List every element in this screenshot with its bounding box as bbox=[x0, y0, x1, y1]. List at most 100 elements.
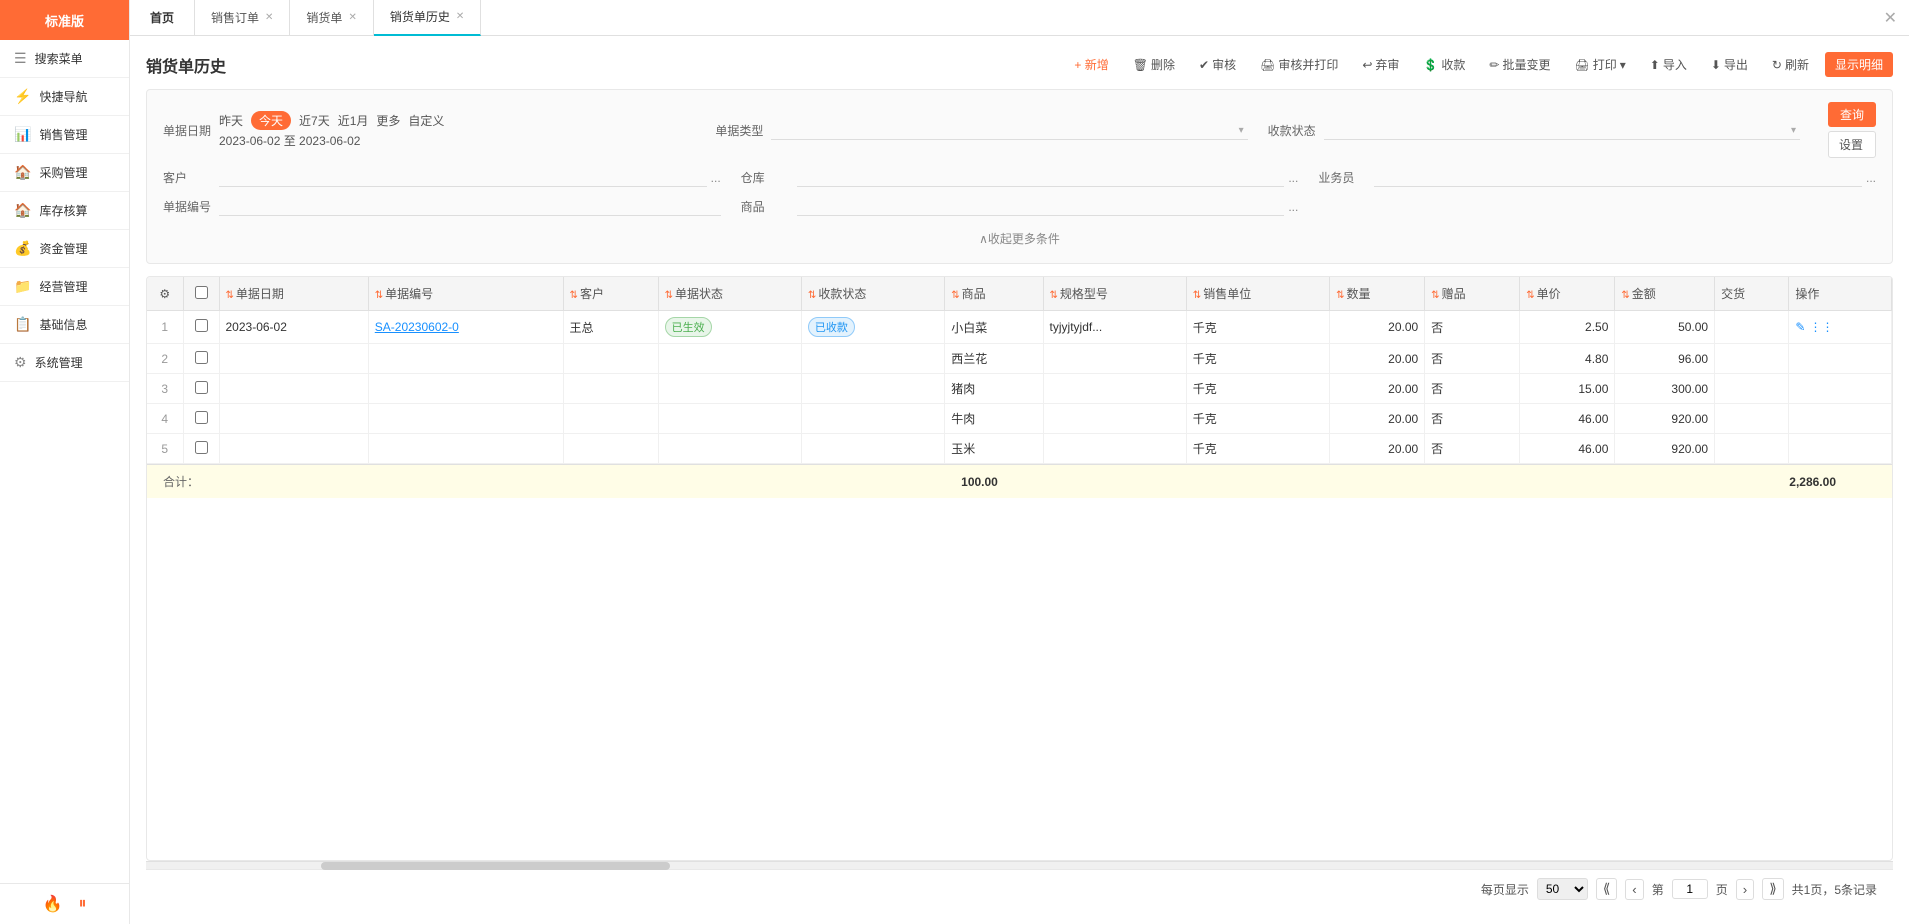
prev-page-btn[interactable]: ‹ bbox=[1625, 879, 1643, 900]
cell-unit-price: 15.00 bbox=[1520, 374, 1615, 404]
close-all-tabs[interactable]: ✕ bbox=[1872, 8, 1909, 28]
collapse-button[interactable]: ∧ 收起更多条件 bbox=[163, 226, 1876, 251]
fire-icon[interactable]: 🔥 bbox=[43, 894, 63, 914]
row-checkbox[interactable] bbox=[195, 381, 208, 394]
tab-bar: 首页 销售订单 ✕ 销货单 ✕ 销货单历史 ✕ ✕ bbox=[130, 0, 1909, 36]
goods-input[interactable] bbox=[797, 197, 1285, 216]
th-doc-date[interactable]: ⇅单据日期 bbox=[219, 277, 368, 311]
sidebar-item-basic-info[interactable]: 📋 基础信息 bbox=[0, 306, 129, 344]
action-edit[interactable]: ✎ bbox=[1795, 320, 1805, 334]
close-tab-sales-delivery[interactable]: ✕ bbox=[348, 12, 356, 23]
th-spec-type[interactable]: ⇅规格型号 bbox=[1043, 277, 1186, 311]
sidebar-item-finance-mgmt[interactable]: 💰 资金管理 bbox=[0, 230, 129, 268]
th-qty[interactable]: ⇅数量 bbox=[1330, 277, 1425, 311]
th-gear[interactable]: ⚙ bbox=[147, 277, 183, 311]
pause-icon[interactable]: ⏸ bbox=[78, 895, 86, 913]
export-button[interactable]: ⬇ 导出 bbox=[1703, 52, 1756, 77]
customer-dots[interactable]: ... bbox=[711, 171, 721, 185]
cell-spec-type: tyjyjtyjdf... bbox=[1043, 311, 1186, 344]
set-button[interactable]: 设置 bbox=[1828, 131, 1876, 158]
th-doc-no[interactable]: ⇅单据编号 bbox=[368, 277, 563, 311]
filter-group-collect-status: 收款状态 bbox=[1268, 121, 1800, 140]
warehouse-dots[interactable]: ... bbox=[1288, 171, 1298, 185]
cell-sales-unit: 千克 bbox=[1186, 374, 1329, 404]
th-sales-unit[interactable]: ⇅销售单位 bbox=[1186, 277, 1329, 311]
shortcut-7days[interactable]: 近7天 bbox=[299, 112, 330, 129]
tab-sales-delivery[interactable]: 销货单 ✕ bbox=[290, 0, 373, 36]
horizontal-scrollbar[interactable] bbox=[146, 861, 1893, 869]
cell-checkbox bbox=[183, 311, 219, 344]
batch-change-button[interactable]: ✏ 批量变更 bbox=[1481, 52, 1558, 77]
shortcut-1month[interactable]: 近1月 bbox=[338, 112, 369, 129]
doc-no-label: 单据编号 bbox=[163, 198, 219, 215]
shortcut-today[interactable]: 今天 bbox=[251, 111, 291, 130]
action-more[interactable]: ⋮⋮ bbox=[1809, 320, 1833, 334]
th-doc-status[interactable]: ⇅单据状态 bbox=[658, 277, 801, 311]
doc-no-input[interactable] bbox=[219, 197, 721, 216]
th-customer[interactable]: ⇅客户 bbox=[563, 277, 658, 311]
select-all-checkbox[interactable] bbox=[195, 286, 208, 299]
row-checkbox[interactable] bbox=[195, 411, 208, 424]
page-size-select[interactable]: 50 100 200 bbox=[1537, 878, 1588, 900]
staff-dots[interactable]: ... bbox=[1866, 171, 1876, 185]
cell-customer: 王总 bbox=[563, 311, 658, 344]
sidebar-item-sales-mgmt[interactable]: 📊 销售管理 bbox=[0, 116, 129, 154]
sidebar-item-purchase-mgmt[interactable]: 🏠 采购管理 bbox=[0, 154, 129, 192]
warehouse-input[interactable] bbox=[797, 168, 1285, 187]
sidebar-item-search-menu[interactable]: ☰ 搜索菜单 bbox=[0, 40, 129, 78]
sidebar-item-label: 采购管理 bbox=[39, 164, 87, 181]
shortcut-custom[interactable]: 自定义 bbox=[408, 112, 444, 129]
shortcut-more[interactable]: 更多 bbox=[376, 112, 400, 129]
batch-change-icon: ✏ bbox=[1489, 58, 1499, 72]
th-goods[interactable]: ⇅商品 bbox=[945, 277, 1043, 311]
scrollbar-thumb[interactable] bbox=[321, 862, 670, 870]
th-unit-price[interactable]: ⇅单价 bbox=[1520, 277, 1615, 311]
tab-sales-order[interactable]: 销售订单 ✕ bbox=[195, 0, 290, 36]
page-input[interactable] bbox=[1672, 879, 1708, 899]
first-page-btn[interactable]: ⟪ bbox=[1596, 878, 1617, 900]
customer-input[interactable] bbox=[219, 168, 707, 187]
collect-status-select-wrap[interactable] bbox=[1324, 121, 1800, 140]
row-checkbox[interactable] bbox=[195, 351, 208, 364]
row-checkbox[interactable] bbox=[195, 441, 208, 454]
sidebar-item-system-mgmt[interactable]: ⚙ 系统管理 bbox=[0, 344, 129, 382]
close-tab-sales-order[interactable]: ✕ bbox=[265, 12, 273, 23]
doc-type-select[interactable] bbox=[771, 121, 1247, 140]
doc-type-select-wrap[interactable] bbox=[771, 121, 1247, 140]
discard-button[interactable]: ↩ 弃审 bbox=[1354, 52, 1407, 77]
th-amount[interactable]: ⇅金额 bbox=[1615, 277, 1715, 311]
refresh-button[interactable]: ↻ 刷新 bbox=[1764, 52, 1817, 77]
tab-sales-history[interactable]: 销货单历史 ✕ bbox=[374, 0, 481, 36]
delete-button[interactable]: 🗑 删除 bbox=[1125, 52, 1183, 77]
row-checkbox[interactable] bbox=[195, 319, 208, 332]
sidebar-item-quick-nav[interactable]: ⚡ 快捷导航 bbox=[0, 78, 129, 116]
cell-doc-date: 2023-06-02 bbox=[219, 311, 368, 344]
print-button[interactable]: 🖨 打印 ▾ bbox=[1566, 52, 1633, 77]
tab-home[interactable]: 首页 bbox=[130, 0, 195, 36]
shortcut-yesterday[interactable]: 昨天 bbox=[219, 112, 243, 129]
pagination-bar: 每页显示 50 100 200 ⟪ ‹ 第 页 › ⟫ 共1页，5条记录 bbox=[146, 869, 1893, 908]
th-gift[interactable]: ⇅赠品 bbox=[1425, 277, 1520, 311]
staff-input[interactable] bbox=[1374, 168, 1862, 187]
doc-no-link[interactable]: SA-20230602-0 bbox=[375, 320, 459, 334]
collect-status-select[interactable] bbox=[1324, 121, 1800, 140]
close-tab-sales-history[interactable]: ✕ bbox=[456, 11, 464, 22]
sidebar-item-stock-calc[interactable]: 🏠 库存核算 bbox=[0, 192, 129, 230]
cell-trade bbox=[1715, 404, 1789, 434]
query-button[interactable]: 查询 bbox=[1828, 102, 1876, 127]
last-page-btn[interactable]: ⟫ bbox=[1762, 878, 1783, 900]
audit-print-button[interactable]: 🖨 审核并打印 bbox=[1252, 52, 1346, 77]
show-detail-button[interactable]: 显示明细 bbox=[1825, 52, 1893, 77]
sidebar-item-operation-mgmt[interactable]: 📁 经营管理 bbox=[0, 268, 129, 306]
discard-icon: ↩ bbox=[1362, 58, 1372, 72]
import-button[interactable]: ⬆ 导入 bbox=[1642, 52, 1695, 77]
next-page-btn[interactable]: › bbox=[1736, 879, 1754, 900]
date-range: 昨天 今天 近7天 近1月 更多 自定义 2023-06-02 至 2023-0… bbox=[219, 111, 444, 149]
cell-qty: 20.00 bbox=[1330, 404, 1425, 434]
new-button[interactable]: + 新增 bbox=[1066, 52, 1116, 77]
collect-button[interactable]: 💲 收款 bbox=[1415, 52, 1473, 77]
sidebar-item-label: 库存核算 bbox=[39, 202, 87, 219]
goods-dots[interactable]: ... bbox=[1288, 200, 1298, 214]
audit-button[interactable]: ✔ 审核 bbox=[1191, 52, 1244, 77]
th-collect-status[interactable]: ⇅收款状态 bbox=[801, 277, 944, 311]
